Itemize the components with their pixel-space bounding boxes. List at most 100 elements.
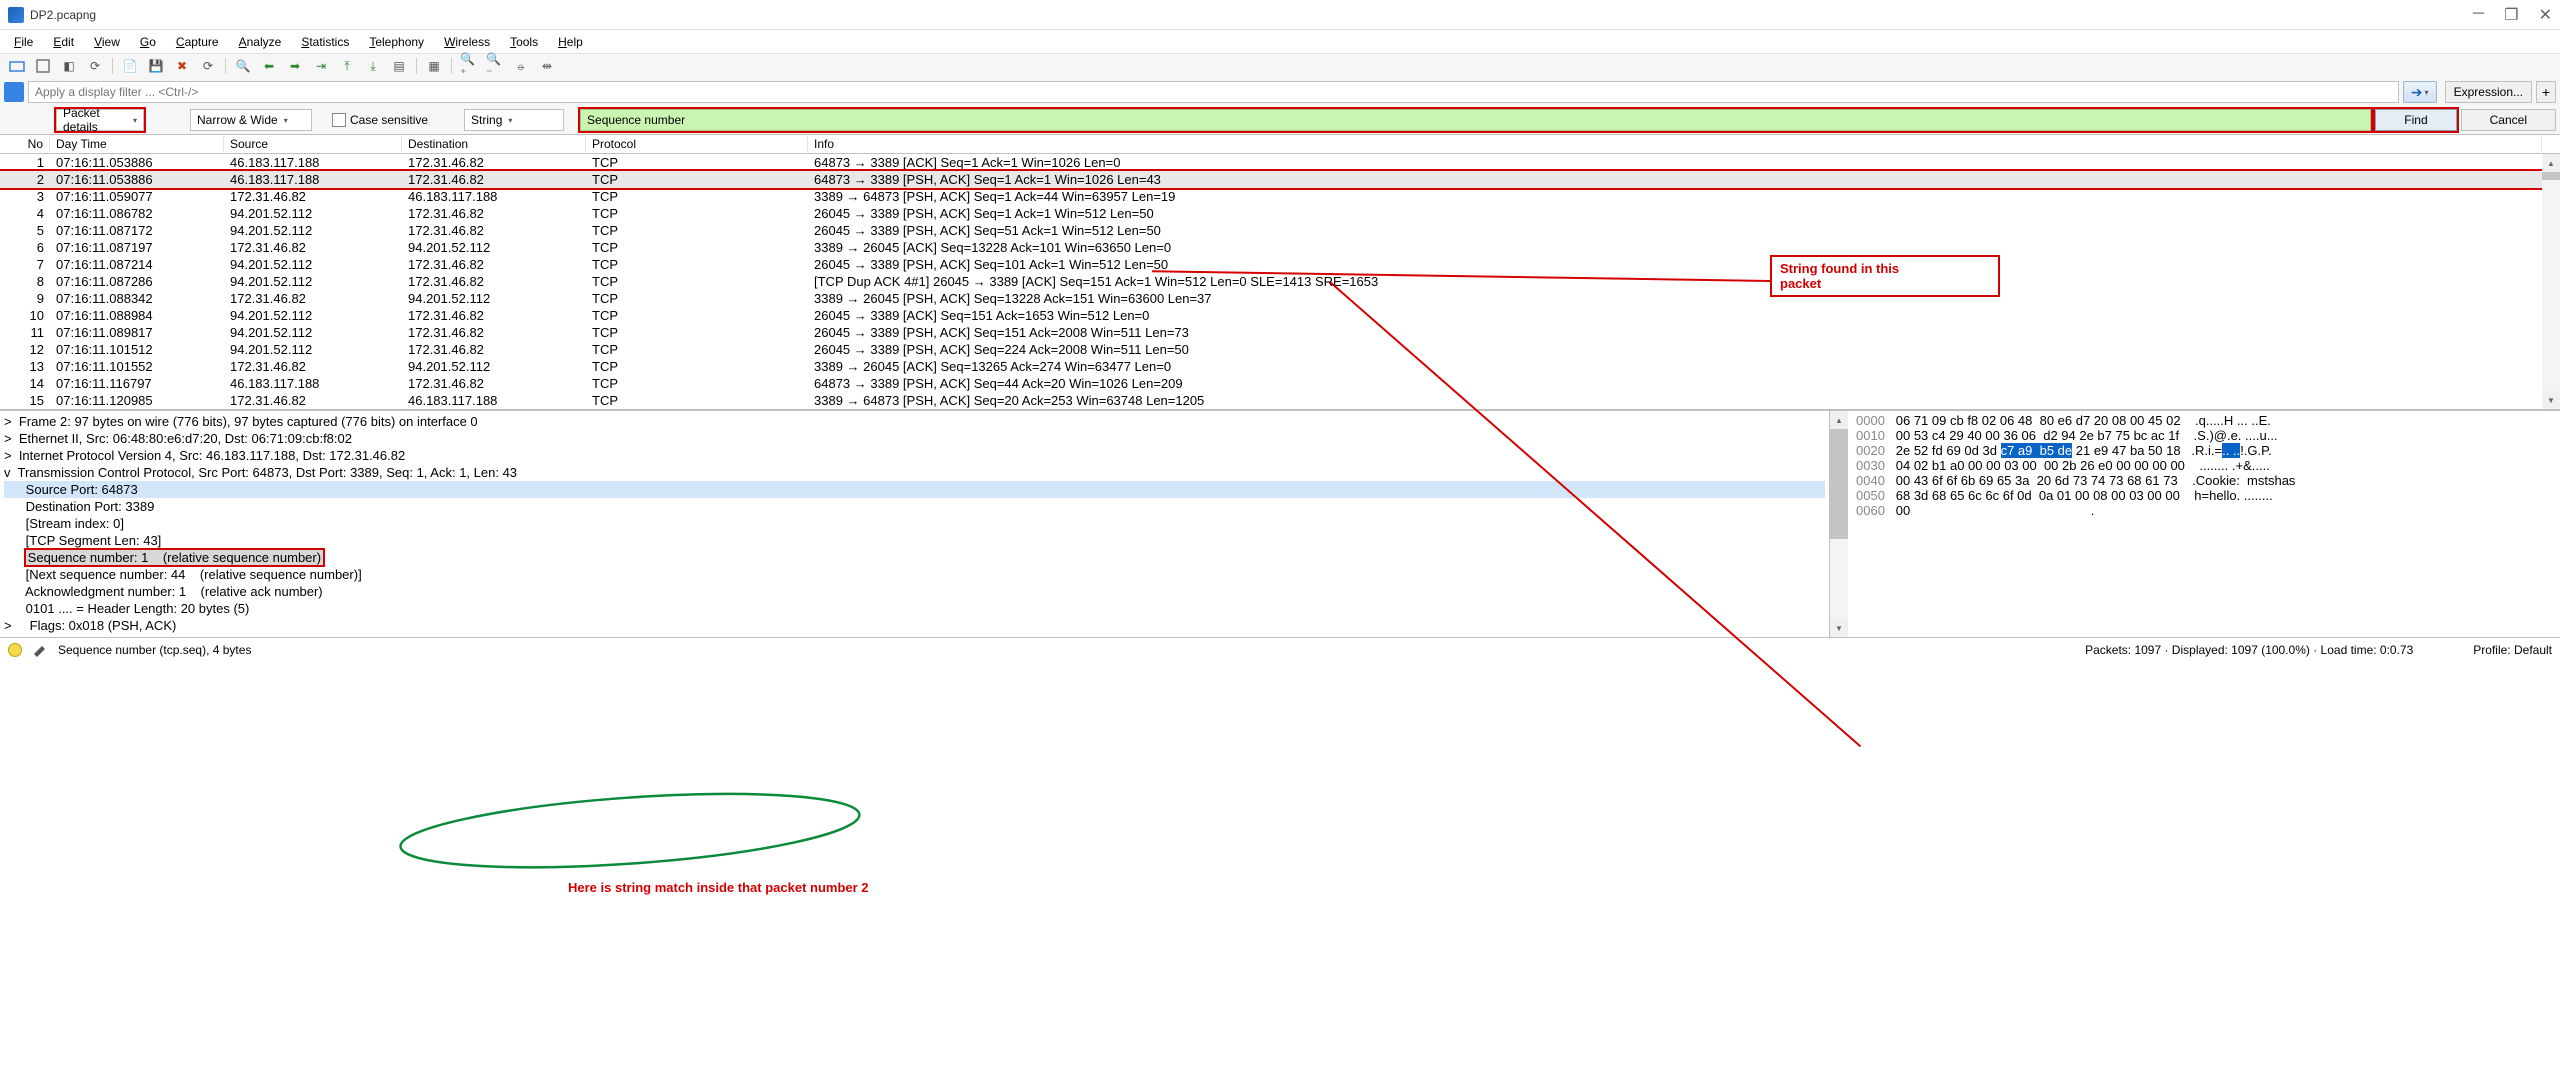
packet-row[interactable]: 607:16:11.087197172.31.46.8294.201.52.11…	[0, 239, 2542, 256]
packet-row[interactable]: 1507:16:11.120985172.31.46.8246.183.117.…	[0, 392, 2542, 409]
packet-row[interactable]: 107:16:11.05388646.183.117.188172.31.46.…	[0, 154, 2542, 171]
column-no[interactable]: No	[0, 137, 50, 151]
column-protocol[interactable]: Protocol	[586, 137, 808, 151]
hex-line[interactable]: 0010 00 53 c4 29 40 00 36 06 d2 94 2e b7…	[1856, 428, 2552, 443]
search-input[interactable]: Sequence number	[580, 109, 2371, 131]
menubar[interactable]: FileEditViewGoCaptureAnalyzeStatisticsTe…	[0, 30, 2560, 54]
toolbar-stop-icon[interactable]: ◧	[60, 57, 78, 75]
menu-statistics[interactable]: Statistics	[291, 35, 359, 49]
case-sensitive-checkbox[interactable]: Case sensitive	[332, 113, 428, 127]
add-filter-button[interactable]: +	[2536, 81, 2556, 103]
details-line[interactable]: 0101 .... = Header Length: 20 bytes (5)	[4, 600, 1825, 617]
toolbar-resize-icon[interactable]: ⇹	[538, 57, 556, 75]
toolbar-colorize-icon[interactable]: ▦	[425, 57, 443, 75]
packet-row[interactable]: 807:16:11.08728694.201.52.112172.31.46.8…	[0, 273, 2542, 290]
hex-line[interactable]: 0020 2e 52 fd 69 0d 3d c7 a9 b5 de 21 e9…	[1856, 443, 2552, 458]
menu-capture[interactable]: Capture	[166, 35, 229, 49]
toolbar-jump-icon[interactable]: ⇥	[312, 57, 330, 75]
column-info[interactable]: Info	[808, 137, 2542, 151]
details-scrollbar[interactable]: ▲ ▼	[1830, 411, 1848, 637]
menu-go[interactable]: Go	[130, 35, 166, 49]
expert-info-icon[interactable]	[8, 643, 22, 657]
filter-apply-button[interactable]: ➔	[2403, 81, 2437, 103]
details-line[interactable]: > Frame 2: 97 bytes on wire (776 bits), …	[4, 413, 1825, 430]
packet-details-pane[interactable]: > Frame 2: 97 bytes on wire (776 bits), …	[0, 411, 1830, 637]
packet-row[interactable]: 1407:16:11.11679746.183.117.188172.31.46…	[0, 375, 2542, 392]
toolbar-open-icon[interactable]	[8, 57, 26, 75]
toolbar-zoom1-icon[interactable]: ⦵	[512, 57, 530, 75]
toolbar-save-icon[interactable]	[34, 57, 52, 75]
menu-telephony[interactable]: Telephony	[359, 35, 434, 49]
details-line[interactable]: [Stream index: 0]	[4, 515, 1825, 532]
menu-wireless[interactable]: Wireless	[434, 35, 500, 49]
expression-button[interactable]: Expression...	[2445, 81, 2532, 103]
details-line[interactable]: > Internet Protocol Version 4, Src: 46.1…	[4, 447, 1825, 464]
menu-edit[interactable]: Edit	[43, 35, 84, 49]
packet-list-header[interactable]: No Day Time Source Destination Protocol …	[0, 134, 2560, 154]
packet-row[interactable]: 1107:16:11.08981794.201.52.112172.31.46.…	[0, 324, 2542, 341]
details-line[interactable]: > Ethernet II, Src: 06:48:80:e6:d7:20, D…	[4, 430, 1825, 447]
find-button[interactable]: Find	[2375, 109, 2456, 131]
toolbar-save2-icon[interactable]: 💾	[147, 57, 165, 75]
packet-list-scrollbar[interactable]: ▲ ▼	[2542, 154, 2560, 409]
toolbar-back-icon[interactable]: ⬅	[260, 57, 278, 75]
search-charset-combo[interactable]: Narrow & Wide	[190, 109, 312, 131]
hex-line[interactable]: 0050 68 3d 68 65 6c 6c 6f 0d 0a 01 00 08…	[1856, 488, 2552, 503]
column-source[interactable]: Source	[224, 137, 402, 151]
packet-row[interactable]: 1207:16:11.10151294.201.52.112172.31.46.…	[0, 341, 2542, 358]
toolbar-file-icon[interactable]: 📄	[121, 57, 139, 75]
window-minimize-button[interactable]: ─	[2473, 5, 2484, 25]
edit-preferences-icon[interactable]	[32, 642, 48, 658]
toolbar-close-icon[interactable]: ✖	[173, 57, 191, 75]
details-line[interactable]: > Flags: 0x018 (PSH, ACK)	[4, 617, 1825, 634]
details-line[interactable]: Acknowledgment number: 1 (relative ack n…	[4, 583, 1825, 600]
bookmark-filter-icon[interactable]	[4, 82, 24, 102]
toolbar-restart-icon[interactable]: ⟳	[86, 57, 104, 75]
details-line[interactable]: Source Port: 64873	[4, 481, 1825, 498]
menu-help[interactable]: Help	[548, 35, 593, 49]
packet-row[interactable]: 207:16:11.05388646.183.117.188172.31.46.…	[0, 171, 2542, 188]
packet-row[interactable]: 507:16:11.08717294.201.52.112172.31.46.8…	[0, 222, 2542, 239]
packet-row[interactable]: 407:16:11.08678294.201.52.112172.31.46.8…	[0, 205, 2542, 222]
annotation-string-found: String found in this packet	[1770, 255, 2000, 297]
toolbar-zoomin-icon[interactable]: 🔍⁺	[460, 57, 478, 75]
hex-line[interactable]: 0030 04 02 b1 a0 00 00 03 00 00 2b 26 e0…	[1856, 458, 2552, 473]
menu-tools[interactable]: Tools	[500, 35, 548, 49]
search-type-combo[interactable]: String	[464, 109, 564, 131]
hex-line[interactable]: 0000 06 71 09 cb f8 02 06 48 80 e6 d7 20…	[1856, 413, 2552, 428]
display-filter-input[interactable]	[28, 81, 2399, 103]
window-maximize-button[interactable]: ❐	[2504, 5, 2518, 25]
hex-line[interactable]: 0060 00 .	[1856, 503, 2552, 518]
packet-row[interactable]: 707:16:11.08721494.201.52.112172.31.46.8…	[0, 256, 2542, 273]
menu-view[interactable]: View	[84, 35, 130, 49]
hex-dump-pane[interactable]: 0000 06 71 09 cb f8 02 06 48 80 e6 d7 20…	[1848, 411, 2560, 637]
toolbar-reload-icon[interactable]: ⟳	[199, 57, 217, 75]
details-line[interactable]: Sequence number: 1 (relative sequence nu…	[4, 549, 1825, 566]
toolbar-auto-icon[interactable]: ▤	[390, 57, 408, 75]
status-profile[interactable]: Profile: Default	[2473, 643, 2552, 657]
details-line[interactable]: [Next sequence number: 44 (relative sequ…	[4, 566, 1825, 583]
packet-row[interactable]: 907:16:11.088342172.31.46.8294.201.52.11…	[0, 290, 2542, 307]
packet-row[interactable]: 1007:16:11.08898494.201.52.112172.31.46.…	[0, 307, 2542, 324]
details-line[interactable]: v Transmission Control Protocol, Src Por…	[4, 464, 1825, 481]
details-line[interactable]: Destination Port: 3389	[4, 498, 1825, 515]
toolbar-first-icon[interactable]: ⤒	[338, 57, 356, 75]
menu-analyze[interactable]: Analyze	[229, 35, 292, 49]
annotation-ellipse	[390, 787, 870, 877]
cancel-button[interactable]: Cancel	[2461, 109, 2556, 131]
details-line[interactable]: [TCP Segment Len: 43]	[4, 532, 1825, 549]
toolbar-find-icon[interactable]: 🔍	[234, 57, 252, 75]
status-field-info: Sequence number (tcp.seq), 4 bytes	[58, 643, 251, 657]
column-destination[interactable]: Destination	[402, 137, 586, 151]
toolbar-zoomout-icon[interactable]: 🔍⁻	[486, 57, 504, 75]
packet-row[interactable]: 1307:16:11.101552172.31.46.8294.201.52.1…	[0, 358, 2542, 375]
menu-file[interactable]: File	[4, 35, 43, 49]
hex-line[interactable]: 0040 00 43 6f 6f 6b 69 65 3a 20 6d 73 74…	[1856, 473, 2552, 488]
search-scope-combo[interactable]: Packet details	[56, 109, 144, 131]
toolbar-forward-icon[interactable]: ➡	[286, 57, 304, 75]
window-title: DP2.pcapng	[30, 8, 96, 22]
column-time[interactable]: Day Time	[50, 137, 224, 151]
packet-row[interactable]: 307:16:11.059077172.31.46.8246.183.117.1…	[0, 188, 2542, 205]
window-close-button[interactable]: ✕	[2539, 5, 2552, 25]
toolbar-last-icon[interactable]: ⤓	[364, 57, 382, 75]
